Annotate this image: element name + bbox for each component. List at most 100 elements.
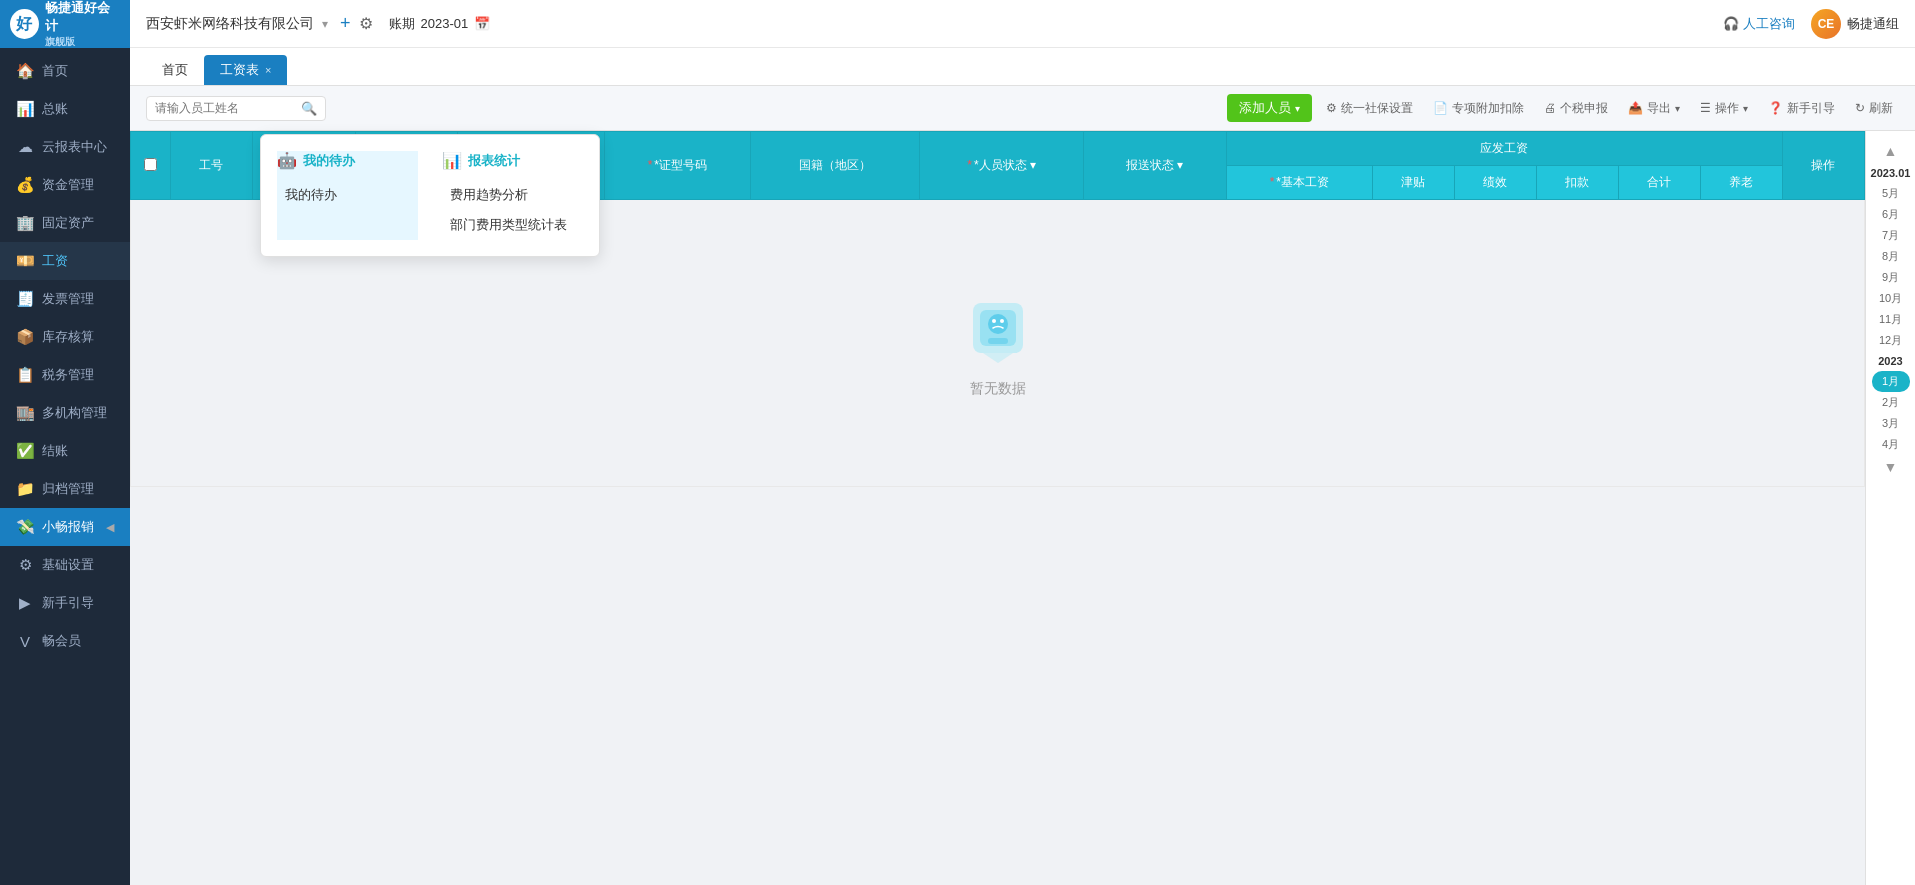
timeline-month-6[interactable]: 6月: [1872, 204, 1910, 225]
popup-item-dept-stats[interactable]: 部门费用类型统计表: [442, 210, 583, 240]
timeline-month-3[interactable]: 3月: [1872, 413, 1910, 434]
add-employee-button[interactable]: 添加人员 ▾: [1227, 94, 1312, 122]
sidebar-item-multi-org[interactable]: 🏬 多机构管理: [0, 394, 130, 432]
special-deduction-btn[interactable]: 📄 专项附加扣除: [1427, 96, 1530, 121]
svg-point-4: [992, 319, 996, 323]
settings-gear-icon[interactable]: ⚙: [359, 14, 373, 33]
logo-icon: 好: [10, 9, 39, 39]
timeline-month-12[interactable]: 12月: [1872, 330, 1910, 351]
timeline-month-10[interactable]: 10月: [1872, 288, 1910, 309]
content-area: 🔍 添加人员 ▾ ⚙ 统一社保设置 📄 专项附加扣除 🖨 个税申报: [130, 86, 1915, 885]
popup-col-reports: 📊 报表统计 费用趋势分析 部门费用类型统计表: [442, 151, 583, 240]
report-filter-icon[interactable]: ▾: [1177, 158, 1183, 172]
main-area: 西安虾米网络科技有限公司 ▾ + ⚙ 账期 2023-01 📅 🎧 人工咨询 C…: [130, 0, 1915, 885]
refresh-btn[interactable]: ↻ 刷新: [1849, 96, 1899, 121]
svg-point-5: [1000, 319, 1004, 323]
vip-icon: V: [16, 633, 34, 650]
search-box[interactable]: 🔍: [146, 96, 326, 121]
sidebar-item-expense[interactable]: 💸 小畅报销 ◀: [0, 508, 130, 546]
timeline-month-4[interactable]: 4月: [1872, 434, 1910, 455]
operation-btn[interactable]: ☰ 操作 ▾: [1694, 96, 1754, 121]
sidebar-item-close-period[interactable]: ✅ 结账: [0, 432, 130, 470]
timeline-down-btn[interactable]: ▼: [1880, 455, 1902, 479]
add-company-button[interactable]: +: [340, 13, 351, 34]
status-filter-icon[interactable]: ▾: [1030, 158, 1036, 172]
sidebar-item-guide[interactable]: ▶ 新手引导: [0, 584, 130, 622]
ledger-icon: 📊: [16, 100, 34, 118]
salary-icon: 💴: [16, 252, 34, 270]
popup-col-todo-header: 🤖 我的待办: [277, 151, 418, 170]
export-icon: 📤: [1628, 101, 1643, 115]
calendar-icon[interactable]: 📅: [474, 16, 490, 31]
sidebar-item-salary[interactable]: 💴 工资: [0, 242, 130, 280]
multi-org-icon: 🏬: [16, 404, 34, 422]
th-total: 合计: [1618, 166, 1700, 200]
th-nationality: 国籍（地区）: [751, 132, 920, 200]
th-checkbox[interactable]: [131, 132, 171, 200]
headphone-icon: 🎧: [1723, 16, 1739, 31]
popup-item-todo[interactable]: 我的待办: [277, 180, 418, 210]
tab-close-icon[interactable]: ×: [265, 64, 271, 76]
timeline-month-11[interactable]: 11月: [1872, 309, 1910, 330]
empty-illustration: [958, 288, 1038, 368]
sidebar-nav: 🏠 首页 📊 总账 ☁ 云报表中心 💰 资金管理 🏢 固定资产 💴 工资 🧾 发…: [0, 48, 130, 885]
tax-declaration-btn[interactable]: 🖨 个税申报: [1538, 96, 1614, 121]
social-security-btn[interactable]: ⚙ 统一社保设置: [1320, 96, 1419, 121]
popup-col-reports-header: 📊 报表统计: [442, 151, 583, 170]
tax-icon: 📋: [16, 366, 34, 384]
sidebar: 好 畅捷通好会计 旗舰版 🏠 首页 📊 总账 ☁ 云报表中心 💰 资金管理 🏢 …: [0, 0, 130, 885]
search-input[interactable]: [155, 101, 295, 115]
refresh-icon: ↻: [1855, 101, 1865, 115]
timeline-month-5[interactable]: 5月: [1872, 183, 1910, 204]
th-salary-group: 应发工资: [1226, 132, 1782, 166]
search-icon: 🔍: [301, 101, 317, 116]
popup-col-todo: 🤖 我的待办 我的待办: [277, 151, 418, 240]
close-period-icon: ✅: [16, 442, 34, 460]
th-id: 工号: [171, 132, 253, 200]
timeline-month-1[interactable]: 1月: [1872, 371, 1910, 392]
sidebar-item-archive[interactable]: 📁 归档管理: [0, 470, 130, 508]
timeline-month-9[interactable]: 9月: [1872, 267, 1910, 288]
add-dropdown-arrow: ▾: [1295, 103, 1300, 114]
sidebar-item-settings[interactable]: ⚙ 基础设置: [0, 546, 130, 584]
sidebar-item-tax[interactable]: 📋 税务管理: [0, 356, 130, 394]
sidebar-item-funds[interactable]: 💰 资金管理: [0, 166, 130, 204]
company-dropdown-arrow[interactable]: ▾: [322, 17, 328, 31]
sidebar-item-ledger[interactable]: 📊 总账: [0, 90, 130, 128]
tab-salary[interactable]: 工资表 ×: [204, 55, 287, 85]
timeline-month-8[interactable]: 8月: [1872, 246, 1910, 267]
new-guide-btn[interactable]: ❓ 新手引导: [1762, 96, 1841, 121]
export-arrow: ▾: [1675, 103, 1680, 114]
invoice-icon: 🧾: [16, 290, 34, 308]
tax-icon2: 🖨: [1544, 101, 1556, 115]
sidebar-item-vip[interactable]: V 畅会员: [0, 622, 130, 660]
guide-icon: ▶: [16, 594, 34, 612]
sidebar-item-invoice[interactable]: 🧾 发票管理: [0, 280, 130, 318]
sidebar-item-assets[interactable]: 🏢 固定资产: [0, 204, 130, 242]
company-name[interactable]: 西安虾米网络科技有限公司: [146, 15, 314, 33]
sidebar-item-cloud-reports[interactable]: ☁ 云报表中心: [0, 128, 130, 166]
sidebar-item-inventory[interactable]: 📦 库存核算: [0, 318, 130, 356]
timeline-up-btn[interactable]: ▲: [1880, 139, 1902, 163]
th-deduction: 扣款: [1536, 166, 1618, 200]
svg-point-2: [988, 314, 1008, 334]
export-btn[interactable]: 📤 导出 ▾: [1622, 96, 1686, 121]
collapse-arrow: ◀: [106, 521, 114, 534]
user-menu[interactable]: CE 畅捷通组: [1811, 9, 1899, 39]
period-selector[interactable]: 账期 2023-01 📅: [389, 15, 491, 33]
expense-dropdown-popup: 🤖 我的待办 我的待办 📊 报表统计 费用趋势分析 部门费用类型统计表: [260, 134, 600, 257]
customer-service-btn[interactable]: 🎧 人工咨询: [1723, 15, 1795, 33]
timeline-panel: ▲ 2023.01 5月 6月 7月 8月 9月 10月 11月 12月 202…: [1865, 131, 1915, 885]
th-pension: 养老: [1700, 166, 1782, 200]
assets-icon: 🏢: [16, 214, 34, 232]
special-deduction-icon: 📄: [1433, 101, 1448, 115]
popup-item-trend[interactable]: 费用趋势分析: [442, 180, 583, 210]
timeline-month-7[interactable]: 7月: [1872, 225, 1910, 246]
tab-home[interactable]: 首页: [146, 55, 204, 85]
svg-rect-3: [988, 338, 1008, 344]
reports-header-icon: 📊: [442, 151, 462, 170]
select-all-checkbox[interactable]: [144, 158, 157, 171]
timeline-month-2[interactable]: 2月: [1872, 392, 1910, 413]
sidebar-item-home[interactable]: 🏠 首页: [0, 52, 130, 90]
inventory-icon: 📦: [16, 328, 34, 346]
